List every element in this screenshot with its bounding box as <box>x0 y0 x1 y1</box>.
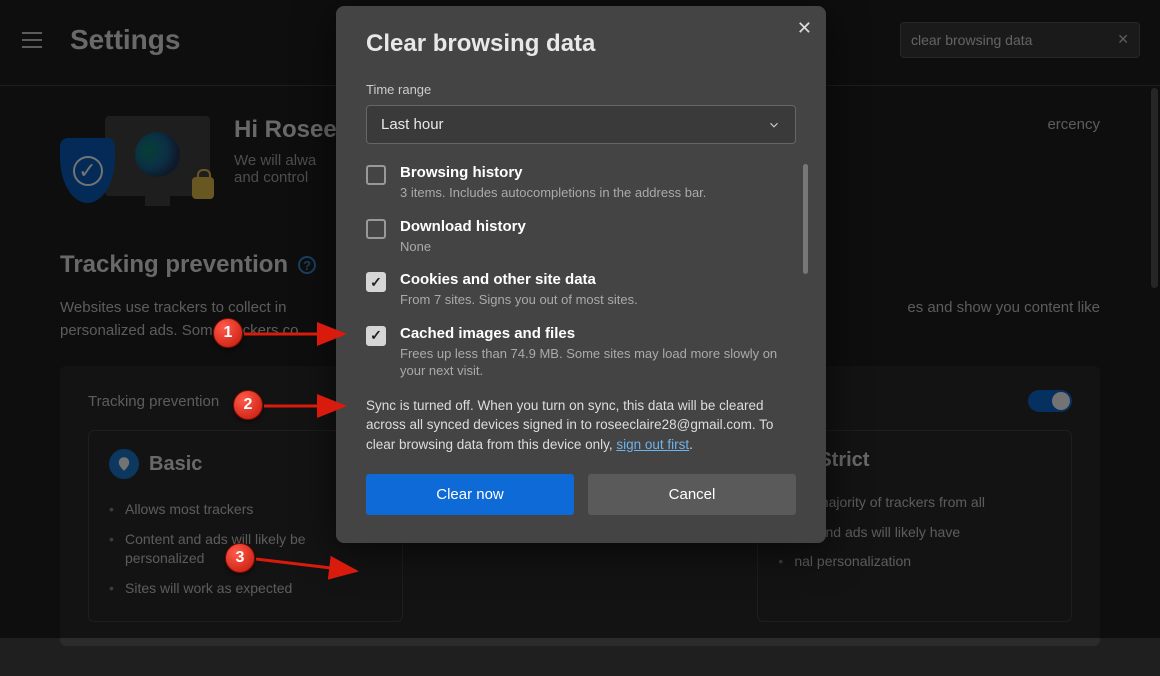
option-title: Browsing history <box>400 164 706 181</box>
close-icon[interactable]: ✕ <box>797 18 812 39</box>
option-sub: Frees up less than 74.9 MB. Some sites m… <box>400 345 796 380</box>
annotation-marker-3: 3 <box>225 543 255 573</box>
option-sub: None <box>400 238 526 256</box>
checkbox-download-history[interactable] <box>366 219 386 239</box>
checkbox-cached[interactable] <box>366 326 386 346</box>
clear-data-options: Browsing history 3 items. Includes autoc… <box>366 164 796 380</box>
time-range-select[interactable]: Last hour <box>366 105 796 144</box>
time-range-label: Time range <box>366 82 796 97</box>
clear-now-button[interactable]: Clear now <box>366 474 574 515</box>
chevron-down-icon <box>767 118 781 132</box>
dialog-scrollbar[interactable] <box>803 164 808 274</box>
clear-browsing-data-dialog: ✕ Clear browsing data Time range Last ho… <box>336 6 826 543</box>
sync-info-text: Sync is turned off. When you turn on syn… <box>366 396 796 455</box>
option-browsing-history[interactable]: Browsing history 3 items. Includes autoc… <box>366 164 796 202</box>
option-title: Cached images and files <box>400 325 796 342</box>
annotation-marker-1: 1 <box>213 318 243 348</box>
checkbox-browsing-history[interactable] <box>366 165 386 185</box>
annotation-marker-2: 2 <box>233 390 263 420</box>
option-sub: 3 items. Includes autocompletions in the… <box>400 184 706 202</box>
option-title: Cookies and other site data <box>400 271 638 288</box>
checkbox-cookies[interactable] <box>366 272 386 292</box>
sign-out-link[interactable]: sign out first <box>616 437 689 452</box>
option-cached[interactable]: Cached images and files Frees up less th… <box>366 325 796 380</box>
option-sub: From 7 sites. Signs you out of most site… <box>400 291 638 309</box>
option-title: Download history <box>400 218 526 235</box>
cancel-button[interactable]: Cancel <box>588 474 796 515</box>
option-cookies[interactable]: Cookies and other site data From 7 sites… <box>366 271 796 309</box>
option-download-history[interactable]: Download history None <box>366 218 796 256</box>
time-range-value: Last hour <box>381 116 444 133</box>
dialog-title: Clear browsing data <box>366 30 796 58</box>
